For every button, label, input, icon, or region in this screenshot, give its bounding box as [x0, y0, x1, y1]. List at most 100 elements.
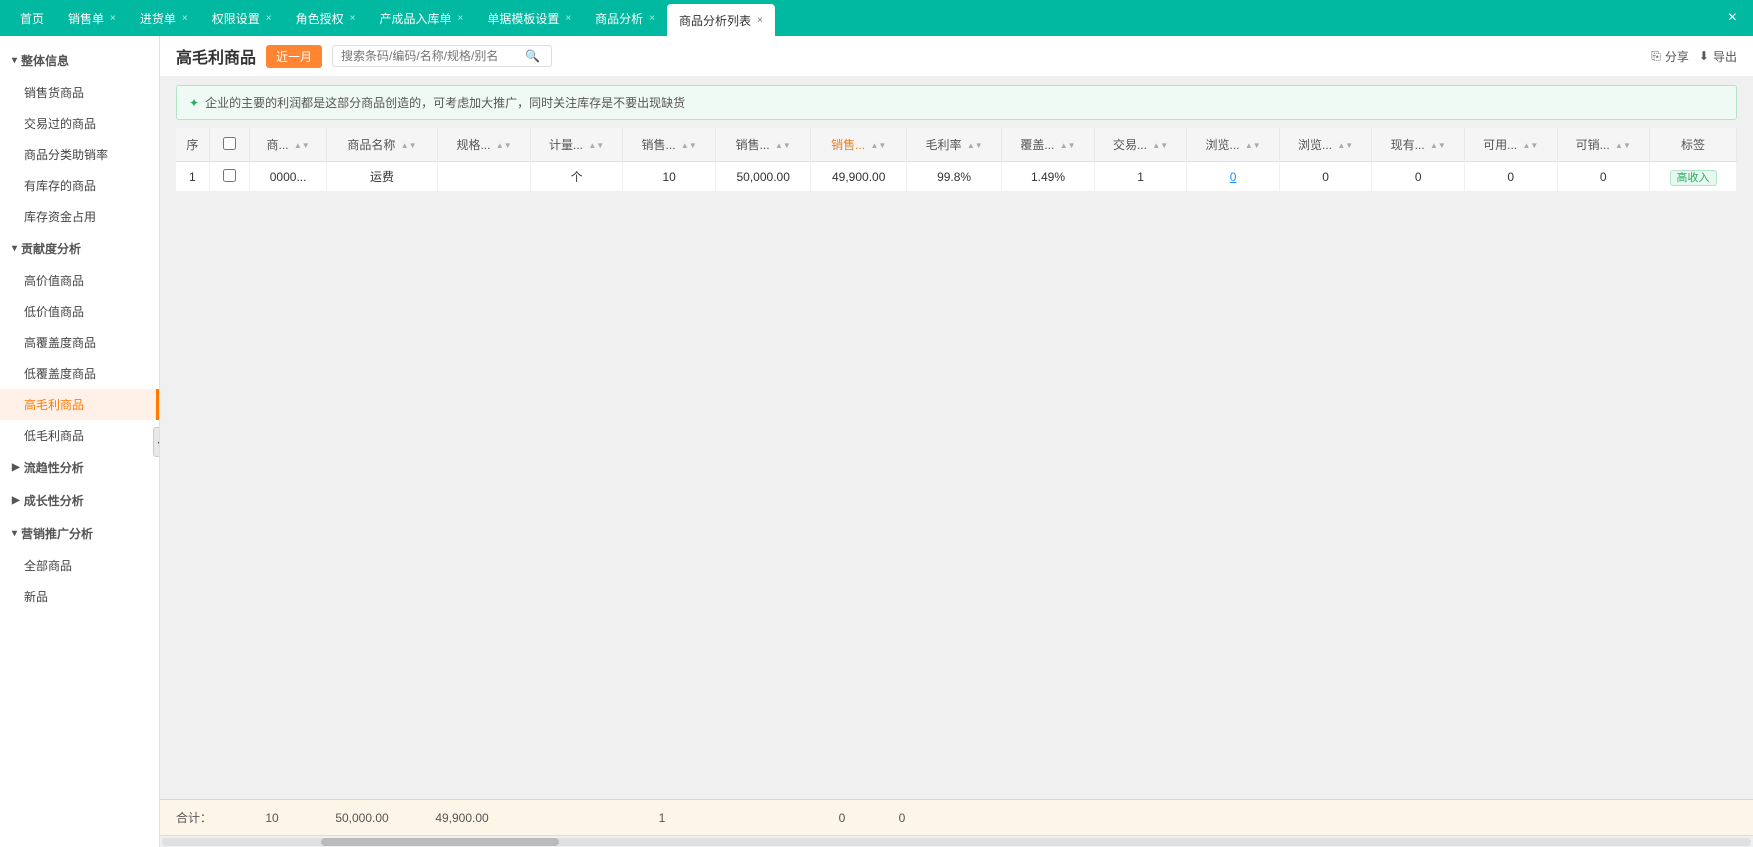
footer-row: 合计： 10 50,000.00 49,900.00 1 0 0	[160, 799, 1753, 835]
th-coverage: 覆盖... ▲▼	[1002, 128, 1095, 162]
sort-sales-qty-icon[interactable]: ▲▼	[681, 142, 697, 150]
close-sales-tab[interactable]: ×	[110, 13, 116, 24]
filter-month-button[interactable]: 近一月	[266, 45, 322, 68]
sort-coverage-icon[interactable]: ▲▼	[1060, 142, 1076, 150]
sidebar-item-traded-goods[interactable]: 交易过的商品	[0, 108, 159, 139]
nav-analysis-list[interactable]: 商品分析列表 ×	[667, 4, 775, 36]
th-sales-qty: 销售... ▲▼	[623, 128, 716, 162]
header-actions: ⎘ 分享 ⬇ 导出	[1651, 48, 1737, 65]
sort-code-icon[interactable]: ▲▼	[294, 142, 310, 150]
window-close-button[interactable]: ×	[1720, 9, 1745, 27]
th-code: 商... ▲▼	[250, 128, 326, 162]
nav-role[interactable]: 角色授权 ×	[284, 0, 368, 36]
sidebar-item-high-margin[interactable]: 高毛利商品	[0, 389, 159, 420]
nav-sales[interactable]: 销售单 ×	[56, 0, 128, 36]
nav-template[interactable]: 单据模板设置 ×	[475, 0, 583, 36]
sidebar-group-marketing[interactable]: ▾ 营销推广分析	[0, 517, 159, 550]
cell-views2: 0	[1279, 162, 1372, 192]
sidebar-item-low-value[interactable]: 低价值商品	[0, 296, 159, 327]
sidebar-item-high-value[interactable]: 高价值商品	[0, 265, 159, 296]
th-checkbox	[209, 128, 250, 162]
sidebar-group-growth[interactable]: ▶ 成长性分析	[0, 484, 159, 517]
th-spec: 规格... ▲▼	[438, 128, 531, 162]
sidebar-item-new-goods[interactable]: 新品	[0, 581, 159, 612]
scrollbar-track	[162, 838, 1751, 846]
row-checkbox[interactable]	[223, 169, 236, 182]
scrollbar-thumb[interactable]	[321, 838, 559, 846]
sidebar-group-overall[interactable]: ▾ 整体信息	[0, 44, 159, 77]
select-all-checkbox[interactable]	[223, 137, 236, 150]
sidebar-item-low-margin[interactable]: 低毛利商品	[0, 420, 159, 451]
sidebar-item-in-stock-goods[interactable]: 有库存的商品	[0, 170, 159, 201]
views1-link[interactable]: 0	[1230, 170, 1237, 184]
th-name: 商品名称 ▲▼	[326, 128, 438, 162]
sidebar-item-stock-capital[interactable]: 库存资金占用	[0, 201, 159, 232]
sort-spec-icon[interactable]: ▲▼	[496, 142, 512, 150]
nav-analysis[interactable]: 商品分析 ×	[583, 0, 667, 36]
search-box[interactable]: 🔍	[332, 45, 552, 67]
sort-trade-icon[interactable]: ▲▼	[1152, 142, 1168, 150]
close-analysis-tab[interactable]: ×	[649, 13, 655, 24]
th-seq: 序	[176, 128, 209, 162]
footer-sales-qty: 10	[232, 811, 312, 825]
export-button[interactable]: ⬇ 导出	[1699, 48, 1737, 65]
goods-table: 序 商... ▲▼ 商品名称 ▲▼ 规格... ▲▼	[176, 128, 1737, 192]
sort-unit-icon[interactable]: ▲▼	[588, 142, 604, 150]
sort-current-stock-icon[interactable]: ▲▼	[1430, 142, 1446, 150]
sort-available-stock-icon[interactable]: ▲▼	[1522, 142, 1538, 150]
nav-home[interactable]: 首页	[8, 0, 56, 36]
cell-sellable-stock: 0	[1557, 162, 1650, 192]
footer-label: 合计：	[176, 809, 212, 826]
nav-product-inbound[interactable]: 产成品入库单 ×	[367, 0, 475, 36]
th-current-stock: 现有... ▲▼	[1372, 128, 1465, 162]
main-layout: « ▾ 整体信息 销售货商品 交易过的商品 商品分类助销率 有库存的商品 库存资…	[0, 36, 1753, 847]
close-permission-tab[interactable]: ×	[266, 13, 272, 24]
search-icon[interactable]: 🔍	[525, 49, 540, 63]
sidebar-item-all-goods[interactable]: 全部商品	[0, 550, 159, 581]
cell-name: 运费	[326, 162, 438, 192]
sidebar-item-sales-goods[interactable]: 销售货商品	[0, 77, 159, 108]
sidebar-group-overall-items: 销售货商品 交易过的商品 商品分类助销率 有库存的商品 库存资金占用	[0, 77, 159, 232]
search-input[interactable]	[341, 49, 521, 63]
nav-permission[interactable]: 权限设置 ×	[200, 0, 284, 36]
close-product-inbound-tab[interactable]: ×	[457, 13, 463, 24]
sort-gross-margin-icon[interactable]: ▲▼	[967, 142, 983, 150]
cell-gross-margin: 99.8%	[906, 162, 1001, 192]
sidebar-item-high-coverage[interactable]: 高覆盖度商品	[0, 327, 159, 358]
cell-checkbox[interactable]	[209, 162, 250, 192]
content-header: 高毛利商品 近一月 🔍 ⎘ 分享 ⬇ 导出	[160, 36, 1753, 77]
close-role-tab[interactable]: ×	[350, 13, 356, 24]
close-analysis-list-tab[interactable]: ×	[757, 15, 763, 26]
page-title: 高毛利商品	[176, 44, 256, 68]
th-tag: 标签	[1650, 128, 1737, 162]
cell-code: 0000...	[250, 162, 326, 192]
footer-sales-cost: 49,900.00	[412, 811, 512, 825]
sidebar-group-trend[interactable]: ▶ 流趋性分析	[0, 451, 159, 484]
sort-sales-cost-icon[interactable]: ▲▼	[870, 142, 886, 150]
tag-label: 高收入	[1670, 170, 1717, 186]
table-container: 序 商... ▲▼ 商品名称 ▲▼ 规格... ▲▼	[160, 128, 1753, 799]
arrow-trend-icon: ▶	[12, 462, 20, 473]
cell-current-stock: 0	[1372, 162, 1465, 192]
nav-purchase[interactable]: 进货单 ×	[128, 0, 200, 36]
horizontal-scrollbar[interactable]	[160, 835, 1753, 847]
share-button[interactable]: ⎘ 分享	[1651, 48, 1689, 65]
close-purchase-tab[interactable]: ×	[182, 13, 188, 24]
sort-views2-icon[interactable]: ▲▼	[1337, 142, 1353, 150]
sort-views1-icon[interactable]: ▲▼	[1245, 142, 1261, 150]
sidebar-item-category-rate[interactable]: 商品分类助销率	[0, 139, 159, 170]
th-sales-amount: 销售... ▲▼	[715, 128, 811, 162]
th-views1: 浏览... ▲▼	[1187, 128, 1280, 162]
sort-sales-amount-icon[interactable]: ▲▼	[775, 142, 791, 150]
th-sellable-stock: 可销... ▲▼	[1557, 128, 1650, 162]
sort-sellable-stock-icon[interactable]: ▲▼	[1615, 142, 1631, 150]
table-row: 1 0000... 运费 个 10 50,000.00 49,900.00 99…	[176, 162, 1737, 192]
sidebar-group-contribution[interactable]: ▾ 贡献度分析	[0, 232, 159, 265]
footer-available-stock: 0	[872, 811, 932, 825]
close-template-tab[interactable]: ×	[565, 13, 571, 24]
th-sales-cost: 销售... ▲▼	[811, 128, 907, 162]
sort-name-icon[interactable]: ▲▼	[401, 142, 417, 150]
sidebar-group-marketing-items: 全部商品 新品	[0, 550, 159, 612]
sidebar-collapse-button[interactable]: «	[153, 427, 160, 457]
sidebar-item-low-coverage[interactable]: 低覆盖度商品	[0, 358, 159, 389]
